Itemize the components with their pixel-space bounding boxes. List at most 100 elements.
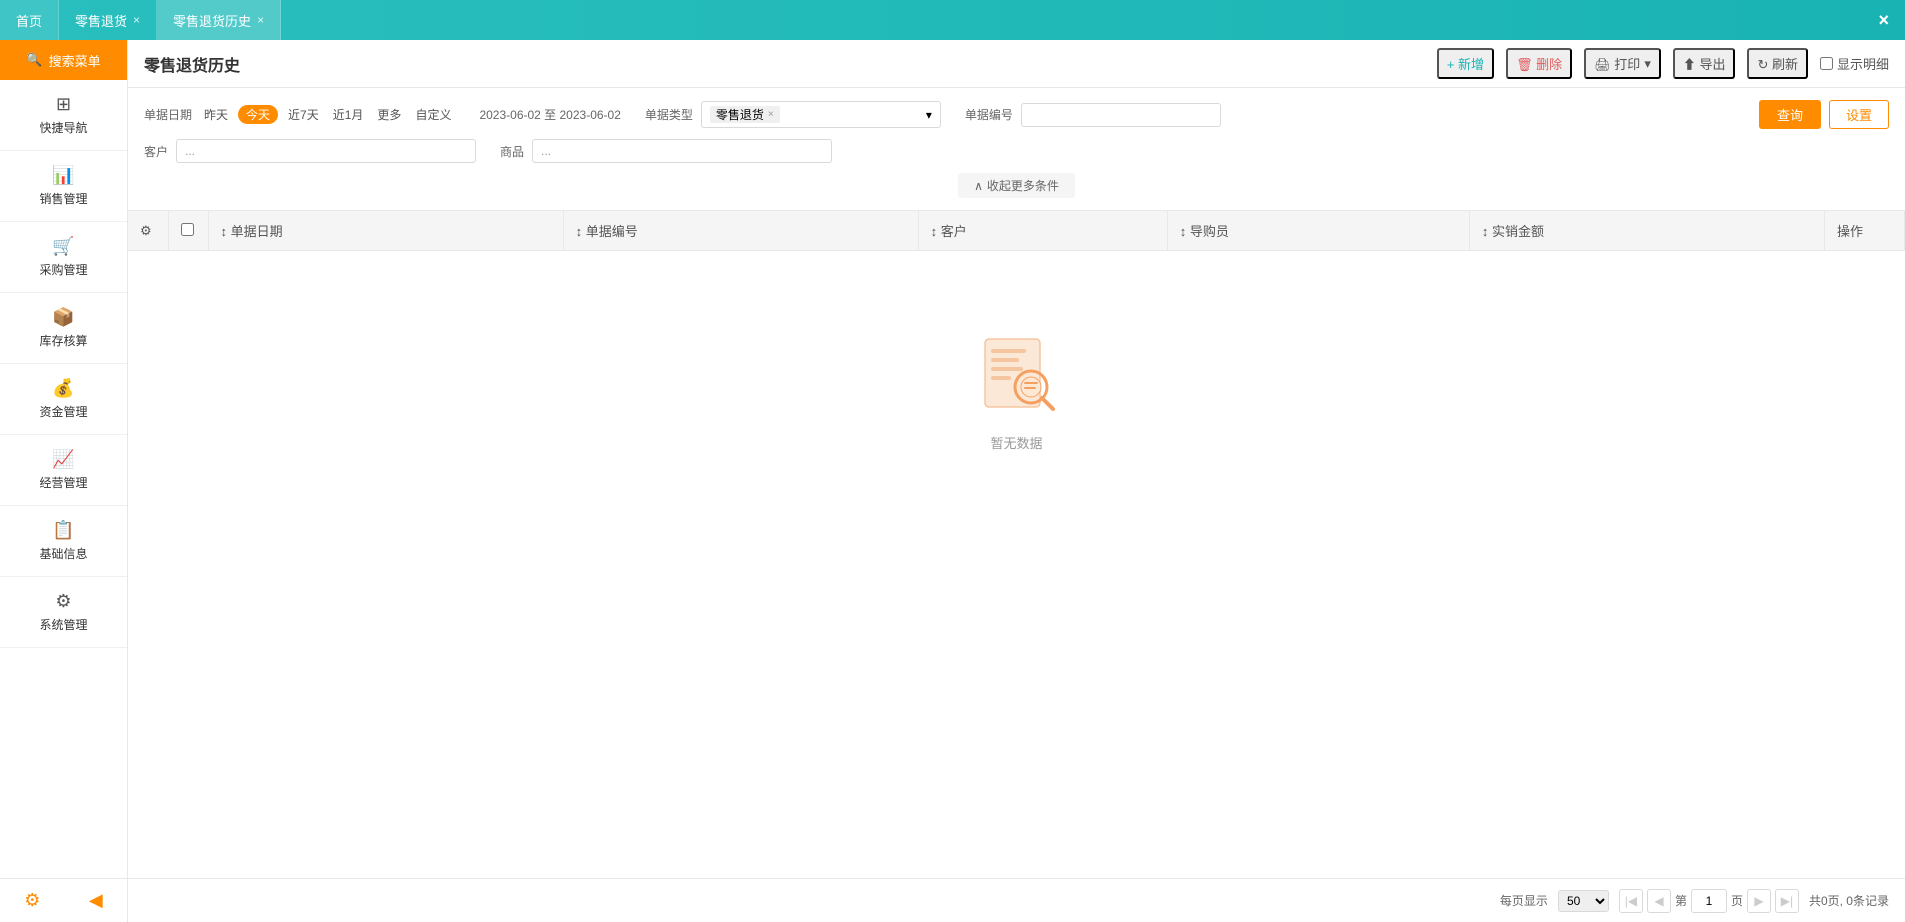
system-icon: ⚙: [55, 591, 71, 612]
goods-label: 商品: [500, 143, 524, 160]
tab-home[interactable]: 首页: [0, 0, 59, 40]
shortcut-more[interactable]: 更多: [373, 105, 405, 124]
collapse-icon: ∧: [974, 179, 983, 193]
sidebar-item-inventory[interactable]: 📦 库存核算: [0, 293, 127, 364]
setting-button[interactable]: 设置: [1829, 100, 1889, 129]
sidebar-item-system[interactable]: ⚙ 系统管理: [0, 577, 127, 648]
export-label: ⬆ 导出: [1683, 54, 1726, 73]
sidebar-settings-icon[interactable]: ⚙: [24, 890, 40, 911]
th-customer-label: ↕ 客户: [931, 224, 967, 239]
shortcut-1month[interactable]: 近1月: [329, 105, 368, 124]
data-table: ⚙ ↕ 单据日期 ↕ 单据编号 ↕ 客户: [128, 211, 1905, 251]
doc-type-filter-group: 单据类型 零售退货 × ▾: [645, 101, 941, 128]
basic-info-icon: 📋: [52, 520, 74, 541]
sidebar-item-inventory-label: 库存核算: [39, 332, 87, 349]
sidebar-item-sales-label: 销售管理: [39, 190, 87, 207]
page-title: 零售退货历史: [144, 52, 240, 76]
shortcut-yesterday[interactable]: 昨天: [200, 105, 232, 124]
total-info: 共0页, 0条记录: [1809, 892, 1889, 909]
search-icon: 🔍: [26, 52, 42, 68]
goods-placeholder: ...: [541, 144, 551, 158]
date-range-value: 2023-06-02 至 2023-06-02: [479, 106, 620, 123]
header-actions: + 新增 🗑 删除 🖨 打印 ▾ ⬆ 导出 ↻ 刷新 显示明细: [1437, 48, 1889, 79]
doc-no-input[interactable]: [1021, 103, 1221, 127]
th-amount[interactable]: ↕ 实销金额: [1469, 211, 1824, 251]
filter-row-2: 客户 ... 商品 ...: [144, 139, 1889, 163]
sidebar-item-operation[interactable]: 📈 经营管理: [0, 435, 127, 506]
page-next-button[interactable]: ▶: [1747, 889, 1771, 913]
display-detail-checkbox[interactable]: [1820, 57, 1833, 70]
page-size-select[interactable]: 50 10 20 100: [1558, 890, 1609, 912]
th-actions-label: 操作: [1837, 224, 1863, 239]
date-filter-label: 单据日期: [144, 106, 192, 123]
customer-select[interactable]: ...: [176, 139, 476, 163]
sidebar-menu: ⊞ 快捷导航 📊 销售管理 🛒 采购管理 📦 库存核算 💰 资金管理 📈: [0, 80, 127, 878]
th-checkbox[interactable]: [168, 211, 208, 251]
th-settings[interactable]: ⚙: [128, 211, 168, 251]
th-doc-date[interactable]: ↕ 单据日期: [208, 211, 563, 251]
doc-type-tag: 零售退货 ×: [710, 106, 780, 123]
page-header: 零售退货历史 + 新增 🗑 删除 🖨 打印 ▾ ⬆ 导出 ↻ 刷新: [128, 40, 1905, 88]
customer-filter-group: 客户 ...: [144, 139, 476, 163]
goods-select[interactable]: ...: [532, 139, 832, 163]
tab-retail-return-history[interactable]: 零售退货历史 ×: [157, 0, 281, 40]
page-size-label: 每页显示: [1500, 892, 1548, 909]
select-all-checkbox[interactable]: [181, 223, 194, 236]
window-close-button[interactable]: ×: [1878, 10, 1889, 31]
sidebar-item-quick-nav[interactable]: ⊞ 快捷导航: [0, 80, 127, 151]
delete-button[interactable]: 🗑 删除: [1506, 48, 1572, 79]
page-prev-button[interactable]: ◀: [1647, 889, 1671, 913]
page-input[interactable]: [1691, 889, 1727, 913]
tab-retail-return-history-close[interactable]: ×: [257, 13, 264, 27]
sidebar-search[interactable]: 🔍 搜索菜单: [0, 40, 127, 80]
sidebar-item-purchase[interactable]: 🛒 采购管理: [0, 222, 127, 293]
page-first-button[interactable]: |◀: [1619, 889, 1643, 913]
main-layout: 🔍 搜索菜单 ⊞ 快捷导航 📊 销售管理 🛒 采购管理 📦 库存核算 💰: [0, 40, 1905, 922]
purchase-icon: 🛒: [52, 236, 74, 257]
collapse-row: ∧ 收起更多条件: [144, 173, 1889, 198]
pagination: 每页显示 50 10 20 100 |◀ ◀ 第 页 ▶ ▶| 共0页, 0条记…: [128, 878, 1905, 922]
goods-filter-group: 商品 ...: [500, 139, 832, 163]
new-label: + 新增: [1447, 54, 1484, 73]
tab-retail-return-label: 零售退货: [75, 11, 127, 30]
shortcut-custom[interactable]: 自定义: [411, 105, 455, 124]
tab-bar: 首页 零售退货 × 零售退货历史 ×: [0, 0, 1862, 40]
doc-type-tag-remove[interactable]: ×: [768, 109, 774, 120]
doc-type-select[interactable]: 零售退货 × ▾: [701, 101, 941, 128]
print-label: 🖨 打印: [1594, 54, 1640, 73]
collapse-label: 收起更多条件: [987, 177, 1059, 194]
th-doc-no[interactable]: ↕ 单据编号: [563, 211, 918, 251]
tab-retail-return[interactable]: 零售退货 ×: [59, 0, 157, 40]
date-shortcuts: 昨天 今天 近7天 近1月 更多 自定义: [200, 105, 455, 124]
display-detail-label: 显示明细: [1837, 54, 1889, 73]
th-customer[interactable]: ↕ 客户: [918, 211, 1167, 251]
sidebar-item-sales[interactable]: 📊 销售管理: [0, 151, 127, 222]
sidebar-collapse-icon[interactable]: ◀: [89, 890, 103, 911]
doc-no-filter-group: 单据编号: [965, 103, 1221, 127]
th-guide[interactable]: ↕ 导购员: [1167, 211, 1469, 251]
shortcut-7days[interactable]: 近7天: [284, 105, 323, 124]
sidebar-item-quick-nav-label: 快捷导航: [39, 119, 87, 136]
content-area: 零售退货历史 + 新增 🗑 删除 🖨 打印 ▾ ⬆ 导出 ↻ 刷新: [128, 40, 1905, 922]
query-button[interactable]: 查询: [1759, 100, 1821, 129]
doc-type-label: 单据类型: [645, 106, 693, 123]
tab-retail-return-close[interactable]: ×: [133, 13, 140, 27]
filter-area: 单据日期 昨天 今天 近7天 近1月 更多 自定义 2023-06-02 至 2…: [128, 88, 1905, 211]
sidebar-item-basic-info[interactable]: 📋 基础信息: [0, 506, 127, 577]
sidebar-item-finance[interactable]: 💰 资金管理: [0, 364, 127, 435]
export-button[interactable]: ⬆ 导出: [1673, 48, 1736, 79]
doc-type-dropdown-icon: ▾: [926, 108, 932, 122]
page-last-button[interactable]: ▶|: [1775, 889, 1799, 913]
operation-icon: 📈: [52, 449, 74, 470]
sales-icon: 📊: [52, 165, 74, 186]
print-button[interactable]: 🖨 打印 ▾: [1584, 48, 1661, 79]
new-button[interactable]: + 新增: [1437, 48, 1494, 79]
th-guide-label: ↕ 导购员: [1180, 224, 1229, 239]
refresh-button[interactable]: ↻ 刷新: [1747, 48, 1808, 79]
shortcut-today[interactable]: 今天: [238, 105, 278, 124]
sidebar: 🔍 搜索菜单 ⊞ 快捷导航 📊 销售管理 🛒 采购管理 📦 库存核算 💰: [0, 40, 128, 922]
top-bar: 首页 零售退货 × 零售退货历史 × ×: [0, 0, 1905, 40]
th-amount-label: ↕ 实销金额: [1482, 224, 1544, 239]
collapse-button[interactable]: ∧ 收起更多条件: [958, 173, 1075, 198]
inventory-icon: 📦: [52, 307, 74, 328]
